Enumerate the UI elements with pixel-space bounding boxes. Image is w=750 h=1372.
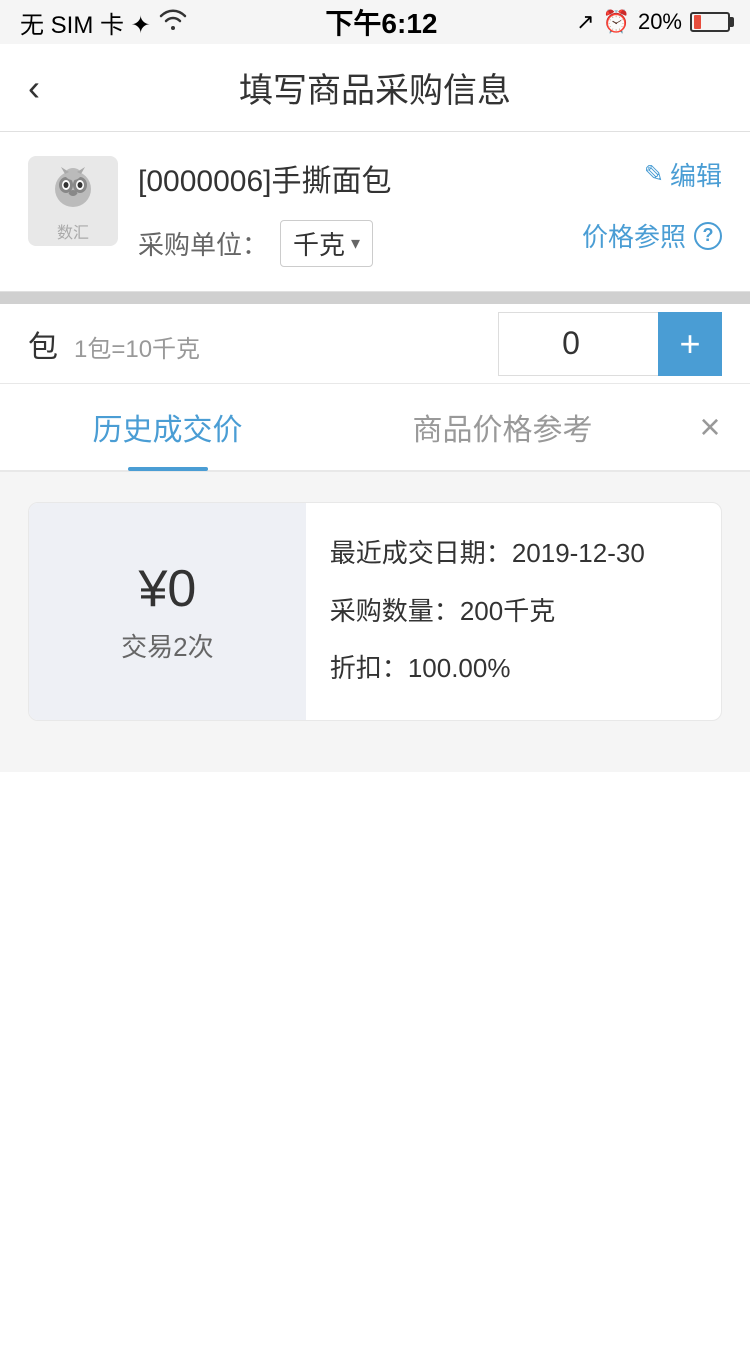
history-price-left: ¥0 交易2次 [29,503,306,720]
status-right: ↗ ⏰ 20% [576,9,730,35]
edit-icon: ✎ [644,160,664,189]
date-value: 2019-12-30 [512,538,645,568]
quantity-plus-button[interactable]: + [658,312,722,376]
brand-label: 数汇 [47,219,99,243]
quantity-label: 采购数量： [330,596,460,626]
quantity-hint: 1包=10千克 [74,329,200,364]
product-right: ✎ 编辑 价格参照 ? [582,156,722,254]
tab-content: ¥0 交易2次 最近成交日期：2019-12-30 采购数量：200千克 折扣：… [0,472,750,772]
status-time: 下午6:12 [325,2,437,42]
quantity-input[interactable] [498,312,658,376]
product-thumbnail: 数汇 [28,156,118,246]
product-left: 数汇 [0000006]手撕面包 采购单位： 千克 ▾ [28,156,391,267]
product-unit-row: 采购单位： 千克 ▾ [138,220,391,267]
quantity-left: 包 1包=10千克 [28,322,200,366]
status-left: 无 SIM 卡 ✦ [20,5,187,40]
price-number: 0 [167,560,196,618]
nav-bar: ‹ 填写商品采购信息 [0,44,750,132]
quantity-input-group: + [498,312,722,376]
tab-history-label: 历史成交价 [93,405,243,449]
unit-chevron-icon: ▾ [351,233,360,254]
quantity-value: 200千克 [460,596,555,626]
discount-value: 100.00% [408,653,511,683]
product-info: [0000006]手撕面包 采购单位： 千克 ▾ [138,156,391,267]
battery-percent: 20% [638,9,682,35]
history-quantity-row: 采购数量：200千克 [330,591,697,633]
battery-icon [690,12,730,32]
currency-symbol: ¥ [138,560,167,618]
back-button[interactable]: ‹ [28,67,40,109]
page-title: 填写商品采购信息 [239,63,511,112]
wifi-icon [159,8,187,37]
alarm-icon: ⏰ [603,9,630,35]
price-ref-label: 价格参照 [582,217,686,254]
section-divider [0,292,750,304]
history-detail-right: 最近成交日期：2019-12-30 采购数量：200千克 折扣：100.00% [306,503,721,720]
location-icon: ↗ [576,9,594,35]
history-card: ¥0 交易2次 最近成交日期：2019-12-30 采购数量：200千克 折扣：… [28,502,722,721]
unit-select[interactable]: 千克 ▾ [280,220,373,267]
quantity-row: 包 1包=10千克 + [0,304,750,384]
history-discount-row: 折扣：100.00% [330,648,697,690]
history-price-value: ¥0 [138,559,196,619]
price-ref-icon: ? [694,222,722,250]
edit-button[interactable]: ✎ 编辑 [644,156,722,193]
unit-value: 千克 [293,225,345,262]
tabs-header: 历史成交价 商品价格参考 × [0,384,750,472]
bottom-space [0,772,750,1372]
price-ref-button[interactable]: 价格参照 ? [582,217,722,254]
product-image-icon [47,159,99,217]
tab-close-button[interactable]: × [670,383,750,471]
date-label: 最近成交日期： [330,538,512,568]
history-date-row: 最近成交日期：2019-12-30 [330,533,697,575]
tab-history-price[interactable]: 历史成交价 [0,383,335,471]
status-bar: 无 SIM 卡 ✦ 下午6:12 ↗ ⏰ 20% [0,0,750,44]
discount-label: 折扣： [330,653,408,683]
sim-signal-text: 无 SIM 卡 ✦ [20,5,151,40]
tab-price-ref-label: 商品价格参考 [413,405,593,449]
product-name: [0000006]手撕面包 [138,156,391,200]
tab-price-ref[interactable]: 商品价格参考 [335,383,670,471]
history-trade-count: 交易2次 [121,627,213,664]
quantity-unit-label: 包 [28,322,58,366]
product-card: 数汇 [0000006]手撕面包 采购单位： 千克 ▾ ✎ 编辑 [0,132,750,292]
tabs-panel: 历史成交价 商品价格参考 × ¥0 交易2次 最近成交日期：2019-12-30… [0,384,750,772]
edit-label: 编辑 [670,156,722,193]
unit-label: 采购单位： [138,225,268,262]
